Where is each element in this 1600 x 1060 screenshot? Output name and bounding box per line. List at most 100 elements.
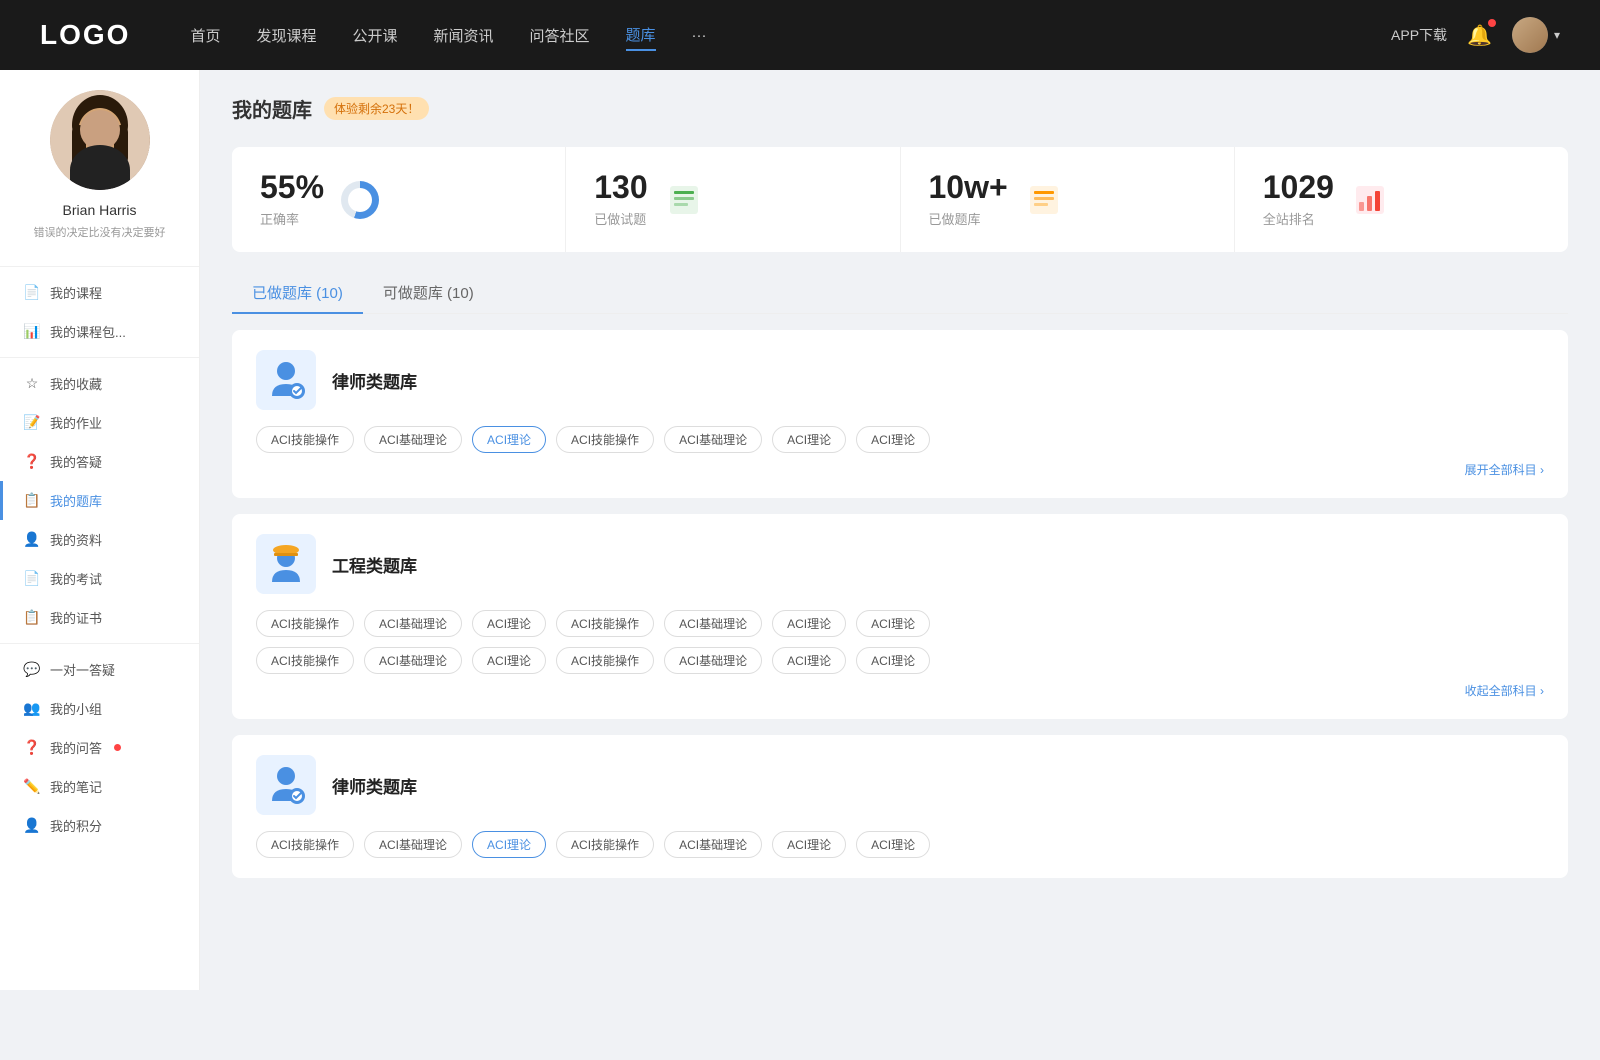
nav-home[interactable]: 首页 bbox=[190, 21, 220, 50]
sidebar-divider-3 bbox=[0, 643, 199, 644]
tab-available-banks[interactable]: 可做题库 (10) bbox=[363, 272, 494, 313]
avatar-image bbox=[1512, 17, 1548, 53]
tag-1-3[interactable]: ACI技能操作 bbox=[556, 610, 654, 637]
tag-1-r2-5[interactable]: ACI理论 bbox=[772, 647, 846, 674]
tag-0-3[interactable]: ACI技能操作 bbox=[556, 426, 654, 453]
collapse-link-1[interactable]: 收起全部科目 › bbox=[256, 682, 1544, 699]
app-download-button[interactable]: APP下载 bbox=[1391, 25, 1447, 45]
pie-chart bbox=[341, 181, 379, 219]
tag-1-r2-3[interactable]: ACI技能操作 bbox=[556, 647, 654, 674]
sidebar-item-my-notes[interactable]: ✏️ 我的笔记 bbox=[0, 767, 199, 806]
sidebar-item-my-group[interactable]: 👥 我的小组 bbox=[0, 689, 199, 728]
tag-1-6[interactable]: ACI理论 bbox=[856, 610, 930, 637]
table-green-icon bbox=[664, 180, 704, 220]
tag-1-4[interactable]: ACI基础理论 bbox=[664, 610, 762, 637]
tag-1-2[interactable]: ACI理论 bbox=[472, 610, 546, 637]
pie-chart-inner bbox=[348, 188, 372, 212]
sidebar-item-one-on-one[interactable]: 💬 一对一答疑 bbox=[0, 650, 199, 689]
user-icon: 👤 bbox=[24, 532, 40, 548]
tag-0-5[interactable]: ACI理论 bbox=[772, 426, 846, 453]
sidebar-item-my-points[interactable]: 👤 我的积分 bbox=[0, 806, 199, 845]
sidebar-item-certificate[interactable]: 📋 我的证书 bbox=[0, 598, 199, 637]
tag-2-6[interactable]: ACI理论 bbox=[856, 831, 930, 858]
nav-qa[interactable]: 问答社区 bbox=[530, 21, 590, 50]
sidebar-item-question-bank[interactable]: 📋 我的题库 bbox=[0, 481, 199, 520]
tag-2-3[interactable]: ACI技能操作 bbox=[556, 831, 654, 858]
sidebar-menu: 📄 我的课程 📊 我的课程包... ☆ 我的收藏 📝 我的作业 ❓ 我的答疑 � bbox=[0, 273, 199, 845]
sidebar-item-label: 我的题库 bbox=[50, 491, 102, 510]
sidebar-item-label: 我的笔记 bbox=[50, 777, 102, 796]
qbank-icon-lawyer-0 bbox=[256, 350, 316, 410]
table-orange-svg bbox=[1028, 184, 1060, 216]
main-layout: Brian Harris 错误的决定比没有决定要好 📄 我的课程 📊 我的课程包… bbox=[0, 70, 1600, 990]
engineer-icon-svg bbox=[264, 542, 308, 586]
expand-link-0[interactable]: 展开全部科目 › bbox=[256, 461, 1544, 478]
nav-question-bank[interactable]: 题库 bbox=[626, 20, 656, 51]
tag-0-0[interactable]: ACI技能操作 bbox=[256, 426, 354, 453]
tag-1-r2-4[interactable]: ACI基础理论 bbox=[664, 647, 762, 674]
stat-banks-text: 10w+ 已做题库 bbox=[929, 171, 1008, 228]
tag-2-1[interactable]: ACI基础理论 bbox=[364, 831, 462, 858]
tab-done-banks[interactable]: 已做题库 (10) bbox=[232, 272, 363, 313]
stat-done-value: 130 bbox=[594, 171, 647, 203]
tag-2-2[interactable]: ACI理论 bbox=[472, 831, 546, 858]
nav-more[interactable]: ··· bbox=[692, 23, 707, 48]
table-orange-icon bbox=[1024, 180, 1064, 220]
tag-1-r2-1[interactable]: ACI基础理论 bbox=[364, 647, 462, 674]
chart-red-icon bbox=[1350, 180, 1390, 220]
tag-0-6[interactable]: ACI理论 bbox=[856, 426, 930, 453]
tag-1-r2-0[interactable]: ACI技能操作 bbox=[256, 647, 354, 674]
avatar bbox=[1512, 17, 1548, 53]
sidebar-item-label: 我的小组 bbox=[50, 699, 102, 718]
sidebar-item-my-exam[interactable]: 📄 我的考试 bbox=[0, 559, 199, 598]
qbank-icon-engineer bbox=[256, 534, 316, 594]
tag-1-1[interactable]: ACI基础理论 bbox=[364, 610, 462, 637]
tag-1-5[interactable]: ACI理论 bbox=[772, 610, 846, 637]
nav-news[interactable]: 新闻资讯 bbox=[434, 21, 494, 50]
qbank-tags-2: ACI技能操作 ACI基础理论 ACI理论 ACI技能操作 ACI基础理论 AC… bbox=[256, 831, 1544, 858]
tag-1-r2-6[interactable]: ACI理论 bbox=[856, 647, 930, 674]
unread-badge bbox=[114, 744, 121, 751]
qbank-header-0: 律师类题库 bbox=[256, 350, 1544, 410]
sidebar-divider-1 bbox=[0, 266, 199, 267]
sidebar-item-my-courses[interactable]: 📄 我的课程 bbox=[0, 273, 199, 312]
qbank-tags-row2-1: ACI技能操作 ACI基础理论 ACI理论 ACI技能操作 ACI基础理论 AC… bbox=[256, 647, 1544, 674]
sidebar-item-homework[interactable]: 📝 我的作业 bbox=[0, 403, 199, 442]
sidebar-item-my-qa[interactable]: ❓ 我的答疑 bbox=[0, 442, 199, 481]
star-icon: ☆ bbox=[24, 376, 40, 392]
sidebar-item-my-questions[interactable]: ❓ 我的问答 bbox=[0, 728, 199, 767]
tag-2-5[interactable]: ACI理论 bbox=[772, 831, 846, 858]
logo: LOGO bbox=[40, 19, 130, 51]
user-name: Brian Harris bbox=[63, 202, 137, 218]
qbank-tags-1: ACI技能操作 ACI基础理论 ACI理论 ACI技能操作 ACI基础理论 AC… bbox=[256, 610, 1544, 637]
user-avatar-button[interactable]: ▾ bbox=[1512, 17, 1560, 53]
sidebar-item-course-packages[interactable]: 📊 我的课程包... bbox=[0, 312, 199, 351]
nav-open-course[interactable]: 公开课 bbox=[352, 21, 397, 50]
sidebar-item-label: 我的问答 bbox=[50, 738, 102, 757]
tag-0-4[interactable]: ACI基础理论 bbox=[664, 426, 762, 453]
exam-icon: 📄 bbox=[24, 571, 40, 587]
pencil-icon: ✏️ bbox=[24, 779, 40, 795]
stat-rank: 1029 全站排名 bbox=[1235, 147, 1568, 252]
tag-2-4[interactable]: ACI基础理论 bbox=[664, 831, 762, 858]
tag-0-1[interactable]: ACI基础理论 bbox=[364, 426, 462, 453]
sidebar-item-label: 一对一答疑 bbox=[50, 660, 115, 679]
tag-0-2[interactable]: ACI理论 bbox=[472, 426, 546, 453]
sidebar-item-label: 我的课程 bbox=[50, 283, 102, 302]
stat-rank-value: 1029 bbox=[1263, 171, 1334, 203]
sidebar-item-favorites[interactable]: ☆ 我的收藏 bbox=[0, 364, 199, 403]
sidebar-item-label: 我的答疑 bbox=[50, 452, 102, 471]
navbar-right: APP下载 🔔 ▾ bbox=[1391, 17, 1560, 53]
qbank-header-1: 工程类题库 bbox=[256, 534, 1544, 594]
nav-discover[interactable]: 发现课程 bbox=[256, 21, 316, 50]
stat-accuracy-text: 55% 正确率 bbox=[260, 171, 324, 228]
sidebar-item-my-info[interactable]: 👤 我的资料 bbox=[0, 520, 199, 559]
tag-1-r2-2[interactable]: ACI理论 bbox=[472, 647, 546, 674]
tag-1-0[interactable]: ACI技能操作 bbox=[256, 610, 354, 637]
stats-row: 55% 正确率 130 已做试题 bbox=[232, 147, 1568, 252]
notification-bell[interactable]: 🔔 bbox=[1467, 23, 1492, 48]
qbank-header-2: 律师类题库 bbox=[256, 755, 1544, 815]
tag-2-0[interactable]: ACI技能操作 bbox=[256, 831, 354, 858]
qbank-tags-0: ACI技能操作 ACI基础理论 ACI理论 ACI技能操作 ACI基础理论 AC… bbox=[256, 426, 1544, 453]
document-icon: 📄 bbox=[24, 285, 40, 301]
